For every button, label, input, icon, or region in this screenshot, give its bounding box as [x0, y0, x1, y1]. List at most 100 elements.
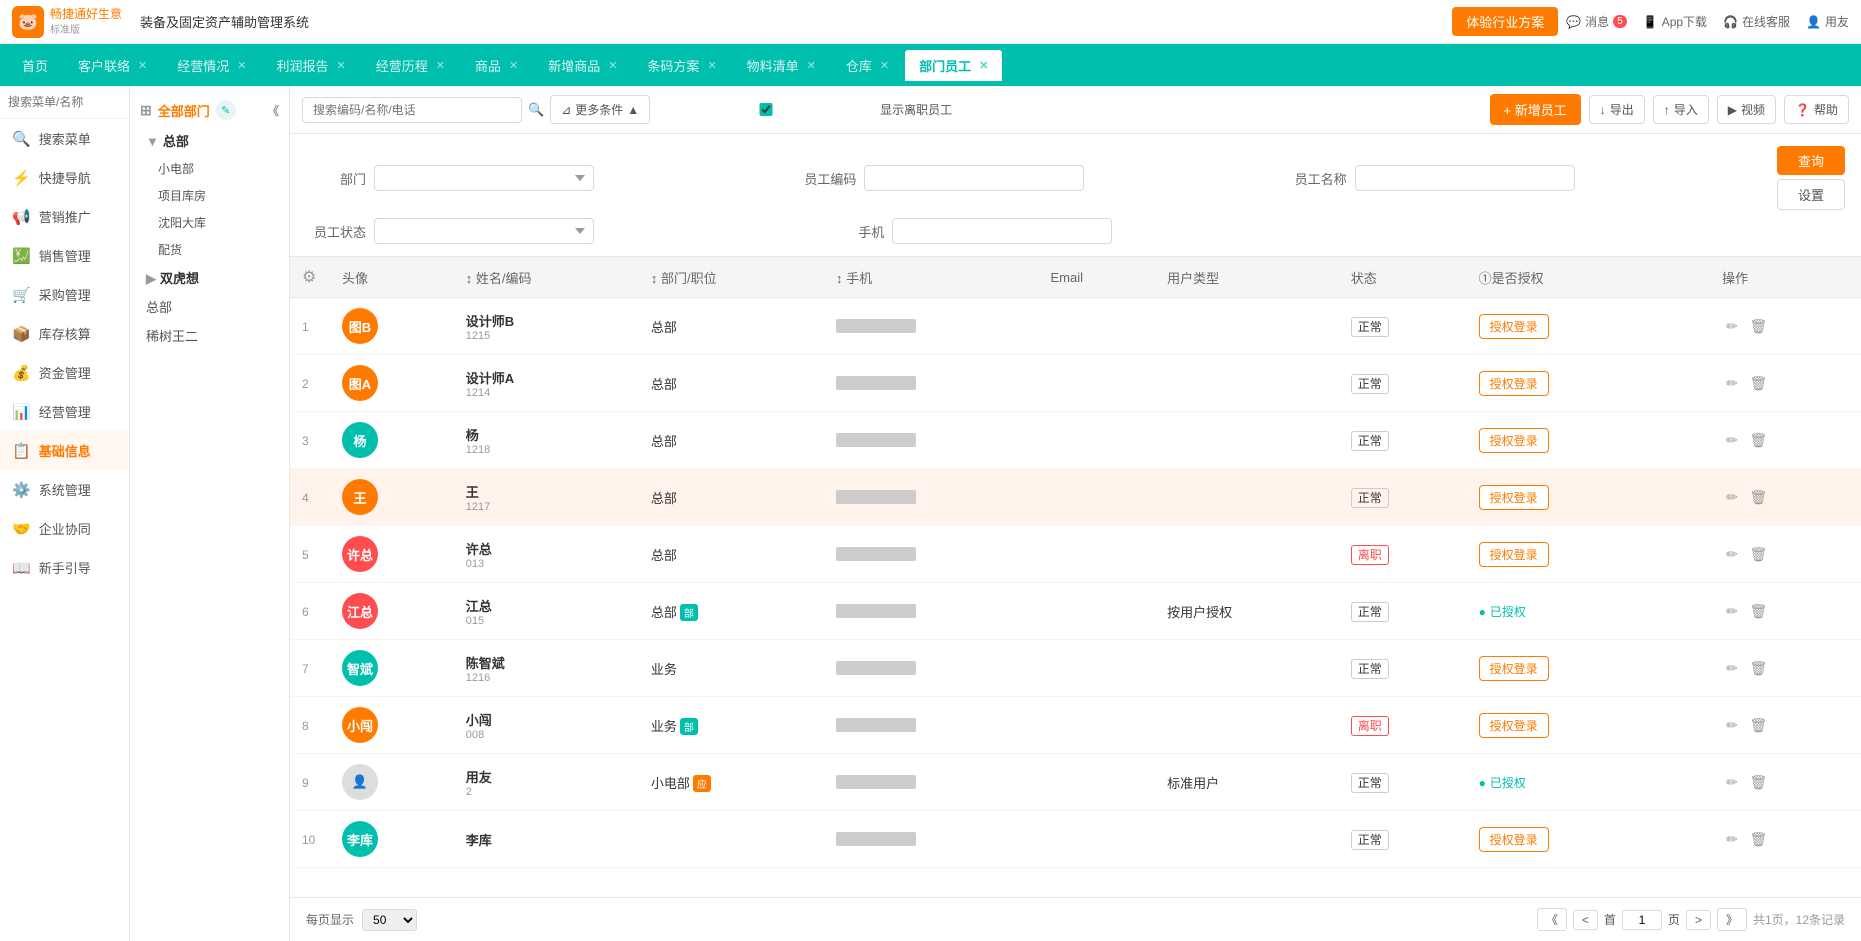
sidebar-item-sales[interactable]: 💹 销售管理 [0, 236, 129, 275]
delete-btn[interactable]: 🗑 [1745, 658, 1771, 679]
view-btn[interactable]: ▶ 视频 [1717, 95, 1776, 124]
auth-btn[interactable]: 授权登录 [1479, 656, 1549, 681]
export-btn[interactable]: ↓ 导出 [1589, 95, 1645, 124]
first-page-btn[interactable]: 《 [1537, 908, 1567, 931]
add-employee-btn[interactable]: + 新增员工 [1490, 94, 1581, 125]
dept-node-peihu[interactable]: 配货 [138, 236, 289, 263]
delete-btn[interactable]: 🗑 [1745, 373, 1771, 394]
delete-btn[interactable]: 🗑 [1745, 544, 1771, 565]
guide-icon: 📖 [12, 559, 31, 577]
edit-btn[interactable]: ✏ [1722, 544, 1742, 565]
row-auth: 授权登录 [1467, 640, 1661, 697]
tab-bom[interactable]: 物料清单✕ [733, 50, 830, 81]
tab-new-goods[interactable]: 新增商品✕ [534, 50, 631, 81]
edit-btn[interactable]: ✏ [1722, 658, 1742, 679]
dept-all-label[interactable]: 全部部门 [158, 101, 210, 120]
edit-btn[interactable]: ✏ [1722, 601, 1742, 622]
edit-btn[interactable]: ✏ [1722, 487, 1742, 508]
last-page-btn[interactable]: 》 [1717, 908, 1747, 931]
edit-btn[interactable]: ✏ [1722, 772, 1742, 793]
edit-btn[interactable]: ✏ [1722, 715, 1742, 736]
tab-barcode[interactable]: 条码方案✕ [633, 50, 730, 81]
export-icon: ↓ [1600, 103, 1606, 117]
delete-btn[interactable]: 🗑 [1745, 316, 1771, 337]
sidebar-item-marketing[interactable]: 📢 营销推广 [0, 197, 129, 236]
import-btn[interactable]: ↑ 导入 [1653, 95, 1709, 124]
phone-input[interactable] [892, 218, 1112, 244]
tab-profit[interactable]: 利润报告✕ [262, 50, 359, 81]
emp-status-select[interactable] [374, 218, 594, 244]
dept-node-shuxu[interactable]: 稀树王二 [138, 321, 289, 350]
auth-granted: 已授权 [1479, 776, 1526, 790]
auth-btn[interactable]: 授权登录 [1479, 713, 1549, 738]
tab-employee[interactable]: 部门员工✕ [905, 50, 1002, 81]
col-dept[interactable]: ↕ 部门/职位 [639, 257, 824, 298]
edit-btn[interactable]: ✏ [1722, 829, 1742, 850]
sidebar-item-inventory[interactable]: 📦 库存核算 [0, 314, 129, 353]
sidebar-item-search[interactable]: 🔍 搜索菜单 [0, 119, 129, 158]
reset-btn[interactable]: 设置 [1777, 179, 1845, 210]
dept-node-shuanghu[interactable]: ▶双虎想 [138, 263, 289, 292]
tab-warehouse[interactable]: 仓库✕ [832, 50, 903, 81]
dept-collapse-btn[interactable]: 《 [267, 102, 279, 119]
sidebar-item-finance[interactable]: 💰 资金管理 [0, 353, 129, 392]
col-name[interactable]: ↕ 姓名/编码 [454, 257, 639, 298]
dept-node-project[interactable]: 项目库房 [138, 182, 289, 209]
auth-btn[interactable]: 授权登录 [1479, 371, 1549, 396]
sidebar-item-collab[interactable]: 🤝 企业协同 [0, 509, 129, 548]
edit-btn[interactable]: ✏ [1722, 316, 1742, 337]
page-size-select[interactable]: 50 20 100 [362, 909, 417, 931]
sidebar-search-input[interactable] [8, 95, 130, 109]
prev-page-btn[interactable]: < [1573, 910, 1598, 930]
tab-history[interactable]: 经营历程✕ [362, 50, 459, 81]
tab-home[interactable]: 首页 [8, 50, 62, 81]
edit-btn[interactable]: ✏ [1722, 373, 1742, 394]
settings-icon[interactable]: ⚙ [302, 269, 316, 286]
dept-select[interactable] [374, 165, 594, 191]
row-dept: 总部 [639, 412, 824, 469]
dept-node-xiaodian[interactable]: 小电部 [138, 155, 289, 182]
delete-btn[interactable]: 🗑 [1745, 601, 1771, 622]
dept-node-shenyang[interactable]: 沈阳大库 [138, 209, 289, 236]
delete-btn[interactable]: 🗑 [1745, 829, 1771, 850]
sidebar-item-management[interactable]: 📊 经营管理 [0, 392, 129, 431]
emp-code-input[interactable] [864, 165, 1084, 191]
sidebar-item-basic[interactable]: 📋 基础信息 [0, 431, 129, 470]
auth-btn[interactable]: 授权登录 [1479, 314, 1549, 339]
auth-btn[interactable]: 授权登录 [1479, 428, 1549, 453]
show-resigned-checkbox[interactable]: 显示离职员工 [656, 101, 952, 118]
help-btn[interactable]: ❓ 帮助 [1784, 95, 1849, 124]
search-input[interactable] [302, 97, 522, 123]
page-number-input[interactable] [1622, 910, 1662, 930]
sidebar-item-purchase[interactable]: 🛒 采购管理 [0, 275, 129, 314]
edit-btn[interactable]: ✏ [1722, 430, 1742, 451]
tab-goods[interactable]: 商品✕ [461, 50, 532, 81]
query-btn[interactable]: 查询 [1777, 146, 1845, 175]
emp-name-input[interactable] [1355, 165, 1575, 191]
try-btn[interactable]: 体验行业方案 [1452, 7, 1558, 36]
dept-edit-btn[interactable]: ✎ [216, 100, 236, 120]
tab-customer[interactable]: 客户联络✕ [64, 50, 161, 81]
auth-btn[interactable]: 授权登录 [1479, 827, 1549, 852]
app-download-btn[interactable]: 📱 App下载 [1643, 13, 1707, 30]
next-page-btn[interactable]: > [1686, 910, 1711, 930]
delete-btn[interactable]: 🗑 [1745, 430, 1771, 451]
auth-btn[interactable]: 授权登录 [1479, 542, 1549, 567]
sidebar-item-system[interactable]: ⚙️ 系统管理 [0, 470, 129, 509]
online-service-btn[interactable]: 🎧 在线客服 [1723, 13, 1790, 30]
sidebar-item-quick[interactable]: ⚡ 快捷导航 [0, 158, 129, 197]
message-btn[interactable]: 💬 消息 5 [1566, 13, 1627, 30]
delete-btn[interactable]: 🗑 [1745, 772, 1771, 793]
delete-btn[interactable]: 🗑 [1745, 487, 1771, 508]
delete-btn[interactable]: 🗑 [1745, 715, 1771, 736]
more-conditions-btn[interactable]: ⊿ 更多条件 ▲ [550, 95, 650, 124]
app-icon: 📱 [1643, 15, 1658, 29]
sidebar-item-guide[interactable]: 📖 新手引导 [0, 548, 129, 587]
avatar: 图B [342, 308, 378, 344]
user-btn[interactable]: 👤 用友 [1806, 13, 1849, 30]
dept-node-zongbu[interactable]: 总部 [138, 292, 289, 321]
auth-btn[interactable]: 授权登录 [1479, 485, 1549, 510]
tab-operation[interactable]: 经营情况✕ [163, 50, 260, 81]
dept-node-zongbu-parent[interactable]: ▼总部 [138, 126, 289, 155]
col-phone[interactable]: ↕ 手机 [824, 257, 1039, 298]
